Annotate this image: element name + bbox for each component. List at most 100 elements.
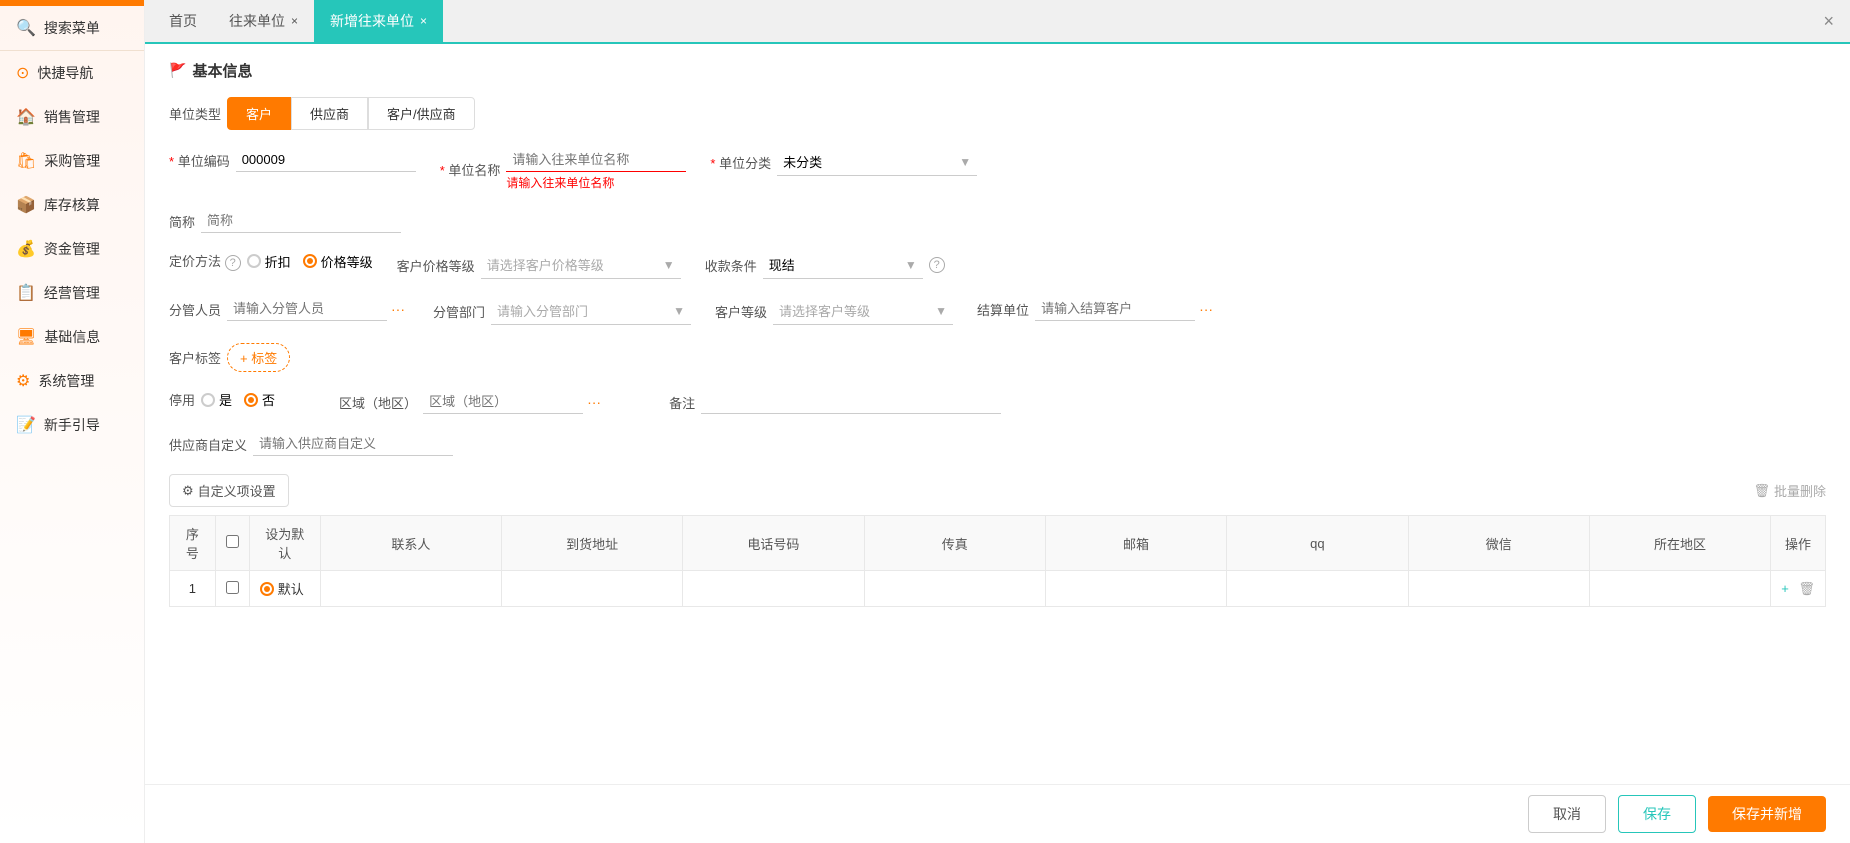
unit-btn-both[interactable]: 客户/供应商 — [368, 97, 475, 130]
row-email[interactable] — [1045, 571, 1226, 607]
unit-category-select[interactable]: 未分类 ▼ — [777, 148, 977, 176]
manager-more-btn[interactable]: ··· — [387, 301, 409, 317]
row-checkbox[interactable] — [215, 571, 249, 607]
row-wechat[interactable] — [1408, 571, 1589, 607]
disabled-field: 停用 是 否 — [169, 390, 275, 409]
row-default-radio[interactable]: 默认 — [260, 579, 310, 598]
sidebar-system-label: 系统管理 — [38, 371, 94, 391]
sidebar-item-purchase[interactable]: 🛍 采购管理 — [0, 139, 144, 183]
row-contact-input[interactable] — [331, 581, 491, 596]
sidebar-purchase-label: 采购管理 — [44, 151, 100, 171]
region-more-btn[interactable]: ··· — [583, 394, 605, 410]
settlement-unit-more-btn[interactable]: ··· — [1195, 301, 1217, 317]
row-add-btn[interactable]: + — [1781, 581, 1789, 596]
customer-price-level-select[interactable]: 请选择客户价格等级 ▼ — [481, 251, 681, 279]
row-email-input[interactable] — [1056, 581, 1216, 596]
row-address-input[interactable] — [512, 581, 672, 596]
unit-btn-customer[interactable]: 客户 — [227, 97, 291, 130]
payment-terms-help-icon[interactable]: ? — [929, 257, 945, 273]
disabled-radio-no[interactable]: 否 — [244, 390, 275, 409]
remarks-input[interactable] — [701, 390, 1001, 414]
unit-code-input[interactable] — [236, 148, 416, 172]
tab-partners-close[interactable]: × — [291, 14, 298, 28]
manager-label: 分管人员 — [169, 300, 221, 319]
row-address[interactable] — [502, 571, 683, 607]
row-region[interactable] — [1589, 571, 1770, 607]
payment-terms-label: 收款条件 — [705, 256, 757, 275]
save-button[interactable]: 保存 — [1618, 795, 1696, 833]
col-wechat: 微信 — [1408, 516, 1589, 571]
sidebar-item-operations[interactable]: 📋 经营管理 — [0, 271, 144, 315]
col-contact: 联系人 — [320, 516, 501, 571]
unit-category-chevron: ▼ — [959, 155, 971, 169]
settlement-unit-input[interactable] — [1035, 297, 1195, 321]
sidebar-search-label: 搜索菜单 — [44, 18, 100, 38]
pricing-help-icon[interactable]: ? — [225, 255, 241, 271]
sidebar-item-newbie[interactable]: 📝 新手引导 — [0, 403, 144, 447]
table-row: 1 默认 — [170, 571, 1826, 607]
save-and-new-button[interactable]: 保存并新增 — [1708, 796, 1826, 832]
row-delete-btn[interactable]: 🗑 — [1798, 581, 1815, 596]
customer-tags-label: 客户标签 — [169, 348, 221, 367]
short-name-input[interactable] — [201, 209, 401, 233]
row-phone-input[interactable] — [693, 581, 853, 596]
custom-settings-button[interactable]: ⚙ 自定义项设置 — [169, 474, 289, 507]
select-all-checkbox[interactable] — [226, 535, 239, 548]
row-fax[interactable] — [864, 571, 1045, 607]
department-label: 分管部门 — [433, 302, 485, 321]
section-basic-info: 🚩 基本信息 — [169, 60, 1826, 81]
pricing-radio-level[interactable]: 价格等级 — [303, 252, 373, 271]
tab-new-partner-close[interactable]: × — [420, 14, 427, 28]
row-phone[interactable] — [683, 571, 864, 607]
supplier-custom-input[interactable] — [253, 432, 453, 456]
batch-delete-icon: 🗑 — [1753, 483, 1770, 499]
sidebar-item-inventory[interactable]: 📦 库存核算 — [0, 183, 144, 227]
unit-category-field: * 单位分类 未分类 ▼ — [710, 148, 977, 176]
payment-terms-select[interactable]: 现结 ▼ — [763, 251, 923, 279]
sidebar-item-finance[interactable]: 💰 资金管理 — [0, 227, 144, 271]
tab-home[interactable]: 首页 — [153, 0, 213, 43]
sidebar-inventory-label: 库存核算 — [44, 195, 100, 215]
row-contact[interactable] — [320, 571, 501, 607]
cancel-button[interactable]: 取消 — [1528, 795, 1606, 833]
batch-delete-label: 批量删除 — [1774, 481, 1826, 500]
sidebar-item-search[interactable]: 🔍 搜索菜单 — [0, 6, 144, 51]
customer-tags-row: 客户标签 + 标签 — [169, 343, 1826, 372]
manager-row: 分管人员 ··· 分管部门 请输入分管部门 ▼ 客户等级 请选择客户等级 — [169, 297, 1826, 325]
settlement-unit-label: 结算单位 — [977, 300, 1029, 319]
sidebar-item-basic[interactable]: 🖥 基础信息 — [0, 315, 144, 359]
region-label: 区域（地区） — [339, 393, 417, 412]
radio-no-circle — [244, 393, 258, 407]
disabled-radio-yes[interactable]: 是 — [201, 390, 232, 409]
department-select[interactable]: 请输入分管部门 ▼ — [491, 297, 691, 325]
sidebar-item-quicknav[interactable]: ⊙ 快捷导航 — [0, 51, 144, 95]
sidebar: 🔍 搜索菜单 ⊙ 快捷导航 🏠 销售管理 🛍 采购管理 📦 库存核算 💰 资金管… — [0, 0, 145, 843]
sidebar-item-sales[interactable]: 🏠 销售管理 — [0, 95, 144, 139]
radio-discount-circle — [247, 254, 261, 268]
disabled-label: 停用 — [169, 390, 195, 409]
region-input[interactable] — [423, 390, 583, 414]
row-checkbox-input[interactable] — [226, 581, 239, 594]
unit-type-buttons: 客户 供应商 客户/供应商 — [227, 97, 475, 130]
tab-new-partner[interactable]: 新增往来单位 × — [314, 0, 443, 43]
row-qq-input[interactable] — [1237, 581, 1397, 596]
unit-btn-supplier[interactable]: 供应商 — [291, 97, 368, 130]
sidebar-item-system[interactable]: ⚙ 系统管理 — [0, 359, 144, 403]
customer-level-select[interactable]: 请选择客户等级 ▼ — [773, 297, 953, 325]
batch-delete-button[interactable]: 🗑 批量删除 — [1753, 481, 1826, 500]
remarks-label: 备注 — [669, 393, 695, 412]
row-fax-input[interactable] — [875, 581, 1035, 596]
add-tag-button[interactable]: + 标签 — [227, 343, 290, 372]
row-qq[interactable] — [1227, 571, 1408, 607]
window-close-button[interactable]: × — [1823, 11, 1834, 32]
pricing-radio-discount[interactable]: 折扣 — [247, 252, 291, 271]
basic-icon: 🖥 — [16, 327, 36, 347]
unit-name-input[interactable] — [506, 148, 686, 172]
unit-name-input-wrapper: 请输入往来单位名称 — [506, 148, 686, 191]
row-region-input[interactable] — [1600, 581, 1760, 596]
tab-partners[interactable]: 往来单位 × — [213, 0, 314, 43]
row-wechat-input[interactable] — [1419, 581, 1579, 596]
pricing-discount-label: 折扣 — [265, 252, 291, 271]
manager-input[interactable] — [227, 297, 387, 321]
manager-input-wrapper: ··· — [227, 297, 409, 321]
